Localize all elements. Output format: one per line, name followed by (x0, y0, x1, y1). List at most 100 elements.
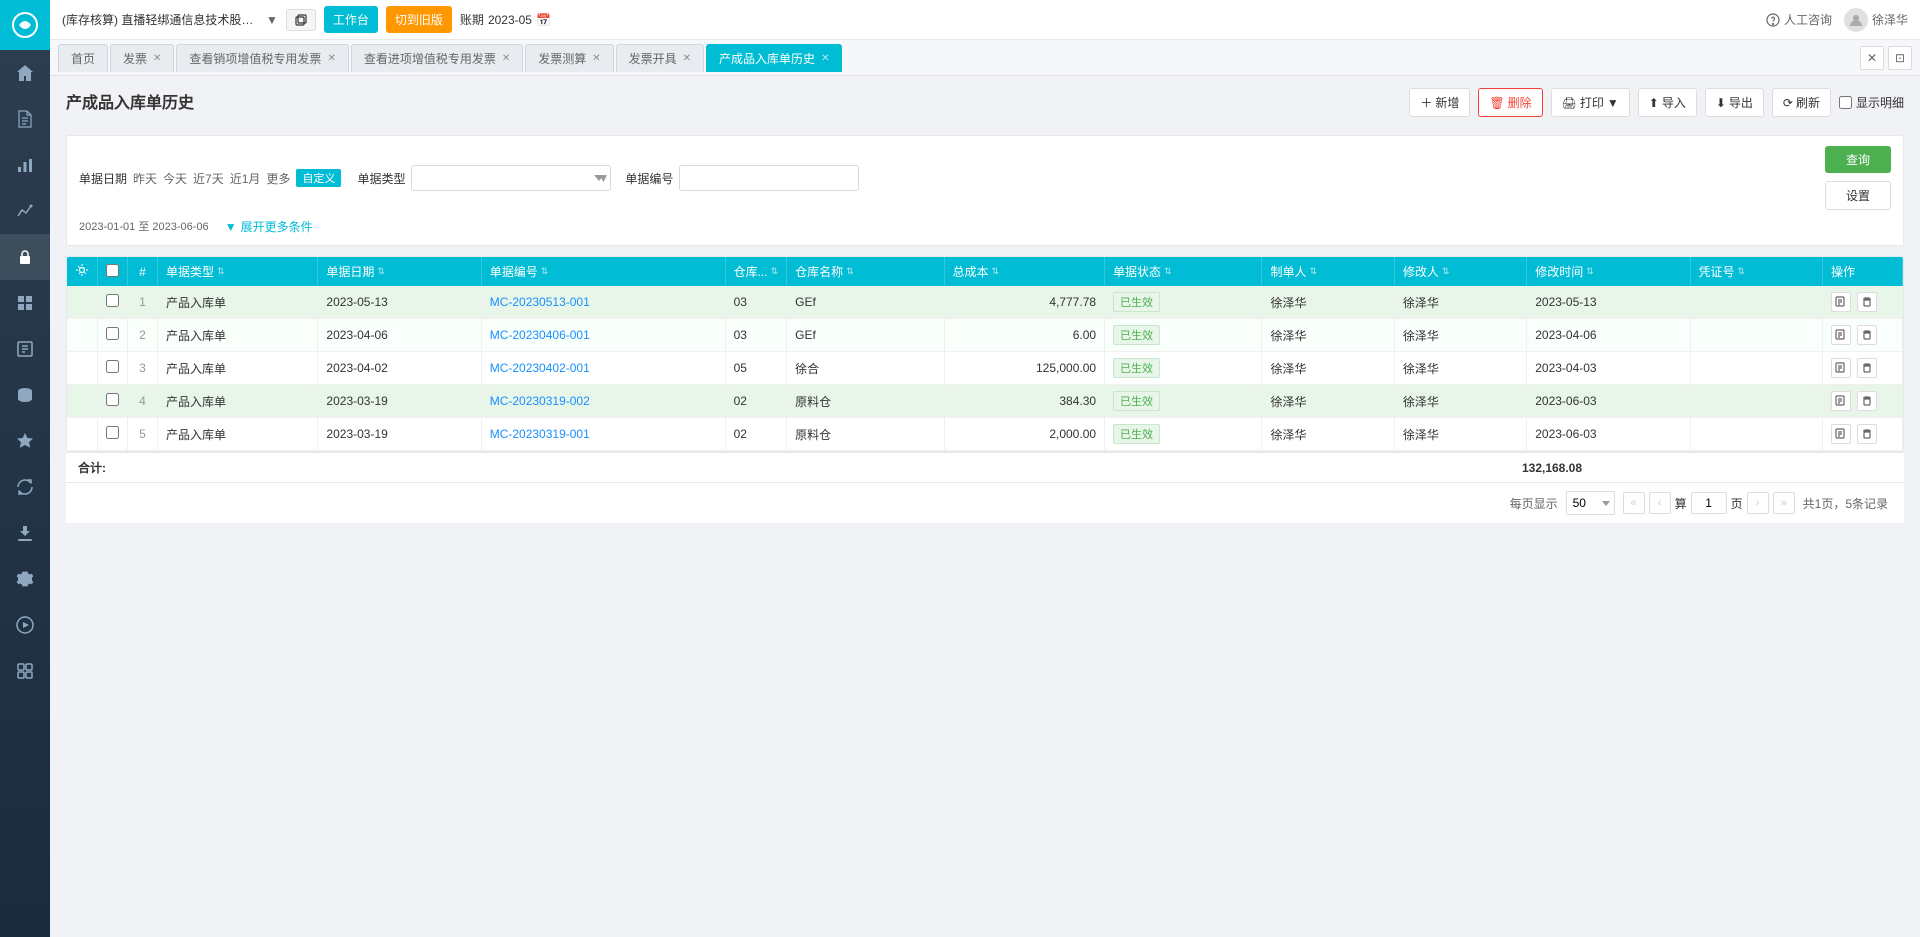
row-delete-btn-2[interactable] (1857, 358, 1877, 378)
user-area[interactable]: 徐泽华 (1844, 8, 1908, 32)
type-filter-select[interactable] (411, 165, 611, 191)
show-detail-checkbox[interactable] (1839, 96, 1852, 109)
tab-open-close[interactable]: ✕ (683, 53, 691, 64)
last-page-btn[interactable]: » (1773, 492, 1795, 514)
row-delete-btn-4[interactable] (1857, 424, 1877, 444)
copy-btn[interactable] (286, 9, 316, 31)
row-number-link-3[interactable]: MC-20230319-002 (490, 394, 590, 408)
tab-invoice-close[interactable]: ✕ (153, 53, 161, 64)
row-checkbox-2[interactable] (98, 352, 128, 385)
sidebar-item-chart[interactable] (0, 142, 50, 188)
expand-more-btn[interactable]: ▼ 展开更多条件 (225, 218, 313, 235)
tab-calc-close[interactable]: ✕ (592, 53, 600, 64)
import-btn[interactable]: ⬆ 导入 (1638, 88, 1697, 117)
workbench-btn[interactable]: 工作台 (324, 6, 378, 33)
row-number-1[interactable]: MC-20230406-001 (481, 319, 725, 352)
date-link-yesterday[interactable]: 昨天 (133, 170, 157, 187)
help-btn[interactable]: 人工咨询 (1766, 11, 1832, 28)
next-page-btn[interactable]: › (1747, 492, 1769, 514)
sidebar-item-storage[interactable] (0, 372, 50, 418)
refresh-btn[interactable]: ⟳ 刷新 (1772, 88, 1831, 117)
row-number-0[interactable]: MC-20230513-001 (481, 286, 725, 319)
sidebar-item-home[interactable] (0, 50, 50, 96)
tab-invoice-calc[interactable]: 发票测算 ✕ (525, 44, 613, 72)
col-settings[interactable] (67, 257, 98, 286)
date-link-1month[interactable]: 近1月 (230, 170, 261, 187)
print-btn[interactable]: 🖨 打印 ▼ (1551, 88, 1630, 117)
delete-btn[interactable]: 🗑 删除 (1478, 88, 1542, 117)
tab-check-purchase-close[interactable]: ✕ (502, 53, 510, 64)
col-warehouse-name[interactable]: 仓库名称⇅ (787, 257, 944, 286)
sidebar-item-star[interactable] (0, 418, 50, 464)
sidebar-item-grid[interactable] (0, 280, 50, 326)
tab-home[interactable]: 首页 (58, 44, 108, 72)
tab-check-purchase-vat[interactable]: 查看进项增值税专用发票 ✕ (351, 44, 523, 72)
row-number-3[interactable]: MC-20230319-002 (481, 385, 725, 418)
title-dropdown-icon[interactable]: ▼ (266, 13, 278, 27)
sidebar-item-report[interactable] (0, 326, 50, 372)
new-btn[interactable]: ＋ 新增 (1409, 88, 1470, 117)
page-number-input[interactable] (1691, 492, 1727, 514)
row-edit-btn-4[interactable] (1831, 424, 1851, 444)
sidebar-item-version[interactable] (0, 648, 50, 694)
number-filter-input[interactable] (679, 165, 859, 191)
tab-close-all-btn[interactable]: ✕ (1860, 46, 1884, 70)
switch-old-btn[interactable]: 切到旧版 (386, 6, 452, 33)
sidebar-item-download[interactable] (0, 510, 50, 556)
tab-maximize-btn[interactable]: ⊡ (1888, 46, 1912, 70)
tab-invoice[interactable]: 发票 ✕ (110, 44, 174, 72)
col-total-cost[interactable]: 总成本⇅ (944, 257, 1105, 286)
row-checkbox-3[interactable] (98, 385, 128, 418)
col-warehouse-code[interactable]: 仓库...⇅ (725, 257, 787, 286)
col-modifier[interactable]: 修改人⇅ (1394, 257, 1526, 286)
row-number-link-4[interactable]: MC-20230319-001 (490, 427, 590, 441)
row-checkbox-1[interactable] (98, 319, 128, 352)
row-edit-btn-2[interactable] (1831, 358, 1851, 378)
tab-history-close[interactable]: ✕ (821, 53, 829, 64)
sidebar-item-analytics[interactable] (0, 188, 50, 234)
prev-page-btn[interactable]: ‹ (1649, 492, 1671, 514)
first-page-btn[interactable]: « (1623, 492, 1645, 514)
date-link-7days[interactable]: 近7天 (193, 170, 224, 187)
tab-invoice-open[interactable]: 发票开具 ✕ (616, 44, 704, 72)
col-number[interactable]: 单据编号⇅ (481, 257, 725, 286)
tab-check-sales-vat[interactable]: 查看销项增值税专用发票 ✕ (176, 44, 348, 72)
row-edit-btn-0[interactable] (1831, 292, 1851, 312)
sidebar-item-document[interactable] (0, 96, 50, 142)
row-edit-btn-1[interactable] (1831, 325, 1851, 345)
calendar-icon[interactable]: 📅 (536, 13, 551, 27)
tab-product-history[interactable]: 产成品入库单历史 ✕ (706, 44, 842, 72)
row-number-link-1[interactable]: MC-20230406-001 (490, 328, 590, 342)
col-date[interactable]: 单据日期⇅ (318, 257, 481, 286)
col-checkbox[interactable] (98, 257, 128, 286)
per-page-select[interactable]: 50 10 20 100 (1566, 491, 1615, 515)
row-number-2[interactable]: MC-20230402-001 (481, 352, 725, 385)
row-checkbox-0[interactable] (98, 286, 128, 319)
row-delete-btn-0[interactable] (1857, 292, 1877, 312)
row-number-link-0[interactable]: MC-20230513-001 (490, 295, 590, 309)
col-modify-time[interactable]: 修改时间⇅ (1527, 257, 1690, 286)
date-from: 2023-01-01 (79, 221, 135, 233)
col-creator[interactable]: 制单人⇅ (1262, 257, 1394, 286)
query-button[interactable]: 查询 (1825, 146, 1891, 173)
sidebar-item-play[interactable] (0, 602, 50, 648)
row-checkbox-4[interactable] (98, 418, 128, 451)
date-link-today[interactable]: 今天 (163, 170, 187, 187)
row-edit-btn-3[interactable] (1831, 391, 1851, 411)
row-delete-btn-1[interactable] (1857, 325, 1877, 345)
col-type[interactable]: 单据类型⇅ (158, 257, 318, 286)
tab-check-sales-close[interactable]: ✕ (327, 53, 335, 64)
row-number-4[interactable]: MC-20230319-001 (481, 418, 725, 451)
export-btn[interactable]: ⬇ 导出 (1705, 88, 1764, 117)
row-delete-btn-3[interactable] (1857, 391, 1877, 411)
sidebar-item-settings[interactable] (0, 556, 50, 602)
select-all-checkbox[interactable] (106, 264, 119, 277)
set-button[interactable]: 设置 (1825, 181, 1891, 210)
col-voucher[interactable]: 凭证号⇅ (1690, 257, 1823, 286)
sidebar-item-lock[interactable] (0, 234, 50, 280)
row-number-link-2[interactable]: MC-20230402-001 (490, 361, 590, 375)
custom-date-tag[interactable]: 自定义 (296, 169, 341, 187)
sidebar-item-refresh[interactable] (0, 464, 50, 510)
col-status[interactable]: 单据状态⇅ (1105, 257, 1262, 286)
date-link-more[interactable]: 更多 (266, 170, 290, 187)
